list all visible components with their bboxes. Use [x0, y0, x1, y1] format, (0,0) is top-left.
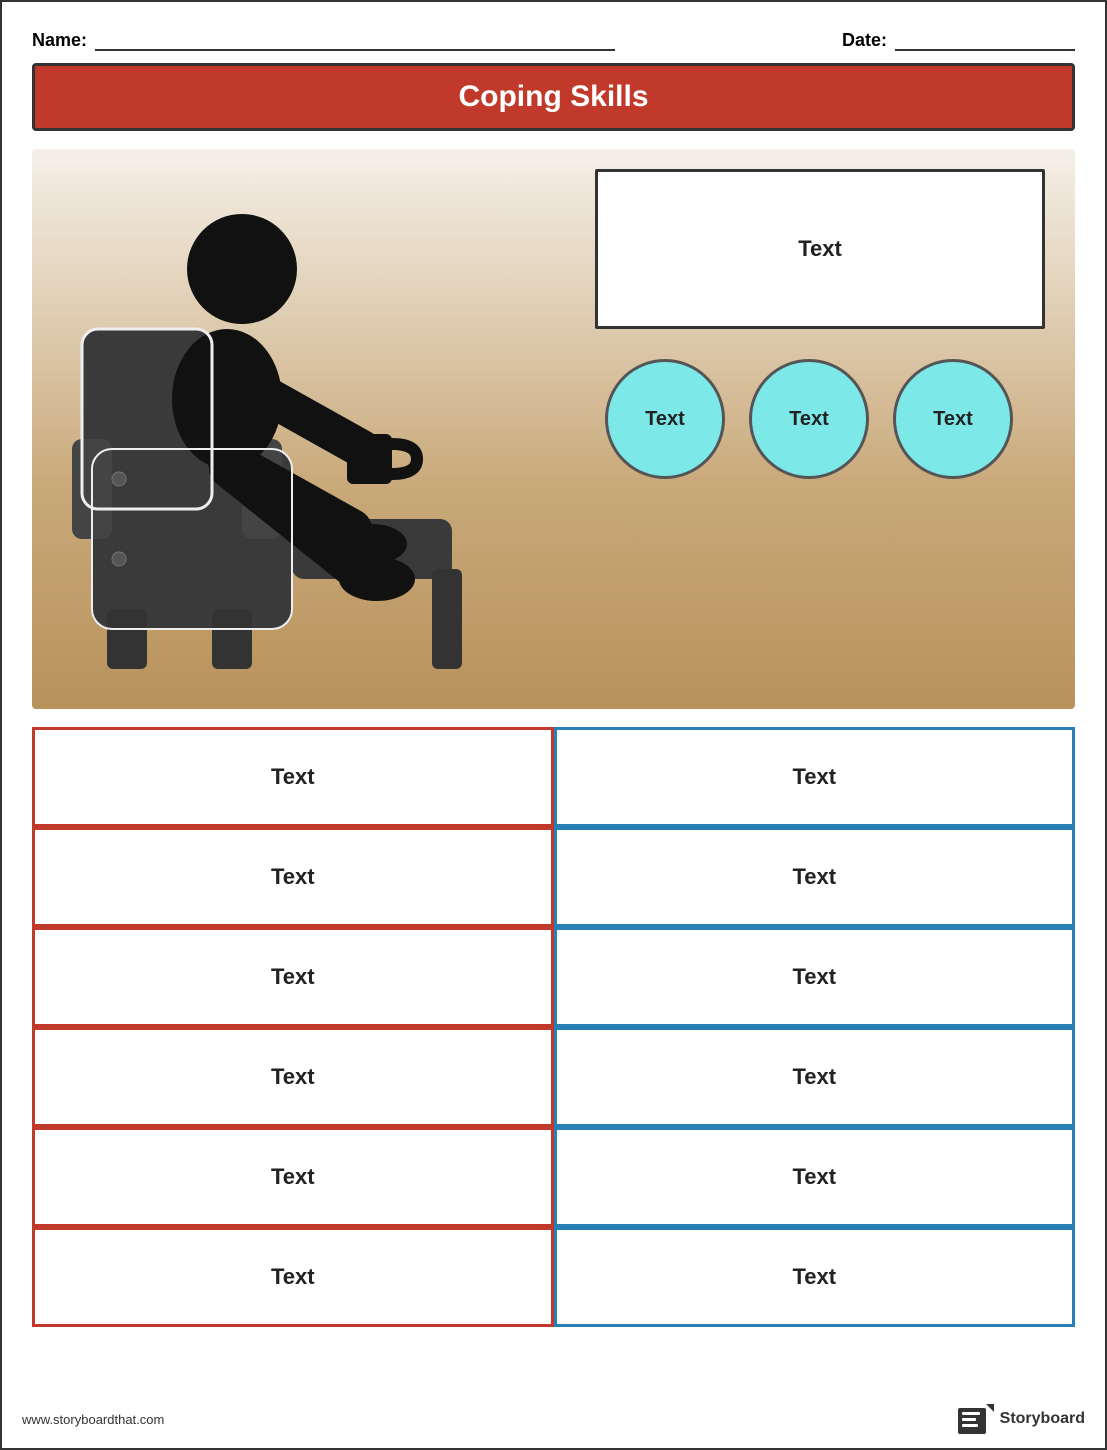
grid-cell-3-text: Text — [271, 864, 315, 890]
date-underline — [895, 47, 1075, 51]
text-grid: Text Text Text Text Text Text Text Text … — [32, 727, 1075, 1327]
name-label: Name: — [32, 30, 87, 51]
grid-cell-11-text: Text — [271, 1264, 315, 1290]
grid-cell-12[interactable]: Text — [554, 1227, 1076, 1327]
circle-3[interactable]: Text — [893, 359, 1013, 479]
circle-1-label: Text — [645, 408, 685, 431]
grid-cell-7[interactable]: Text — [32, 1027, 554, 1127]
grid-cell-3[interactable]: Text — [32, 827, 554, 927]
circle-3-label: Text — [933, 408, 973, 431]
grid-cell-8-text: Text — [792, 1064, 836, 1090]
footer-logo: Storyboard — [958, 1404, 1085, 1434]
grid-cell-9[interactable]: Text — [32, 1127, 554, 1227]
circle-2[interactable]: Text — [749, 359, 869, 479]
date-label: Date: — [842, 30, 887, 51]
scene-area: Text Text Text Text — [32, 149, 1075, 709]
grid-cell-5[interactable]: Text — [32, 927, 554, 1027]
name-field: Name: — [32, 30, 842, 51]
scene-text-box[interactable]: Text — [595, 169, 1045, 329]
name-underline — [95, 47, 615, 51]
page: Name: Date: Coping Skills — [0, 0, 1107, 1450]
storyboard-icon — [958, 1404, 994, 1434]
circles-row: Text Text Text — [595, 359, 1045, 479]
grid-cell-2-text: Text — [792, 764, 836, 790]
grid-cell-4[interactable]: Text — [554, 827, 1076, 927]
grid-cell-8[interactable]: Text — [554, 1027, 1076, 1127]
grid-cell-6-text: Text — [792, 964, 836, 990]
person-silhouette — [52, 169, 492, 709]
circle-1[interactable]: Text — [605, 359, 725, 479]
grid-cell-10-text: Text — [792, 1164, 836, 1190]
scene-text-box-label: Text — [798, 236, 842, 262]
title-banner: Coping Skills — [32, 63, 1075, 131]
grid-cell-11[interactable]: Text — [32, 1227, 554, 1327]
header-row: Name: Date: — [32, 30, 1075, 51]
grid-cell-12-text: Text — [792, 1264, 836, 1290]
grid-cell-1[interactable]: Text — [32, 727, 554, 827]
grid-cell-2[interactable]: Text — [554, 727, 1076, 827]
date-field: Date: — [842, 30, 1075, 51]
grid-cell-7-text: Text — [271, 1064, 315, 1090]
grid-cell-9-text: Text — [271, 1164, 315, 1190]
page-title: Coping Skills — [49, 80, 1058, 114]
scene-right: Text Text Text Text — [595, 169, 1045, 479]
grid-cell-1-text: Text — [271, 764, 315, 790]
grid-cell-10[interactable]: Text — [554, 1127, 1076, 1227]
grid-cell-6[interactable]: Text — [554, 927, 1076, 1027]
footer-logo-text: Storyboard — [1000, 1410, 1085, 1428]
circle-2-label: Text — [789, 408, 829, 431]
grid-cell-5-text: Text — [271, 964, 315, 990]
grid-cell-4-text: Text — [792, 864, 836, 890]
footer: www.storyboardthat.com Storyboard — [22, 1404, 1085, 1434]
footer-url: www.storyboardthat.com — [22, 1412, 164, 1427]
